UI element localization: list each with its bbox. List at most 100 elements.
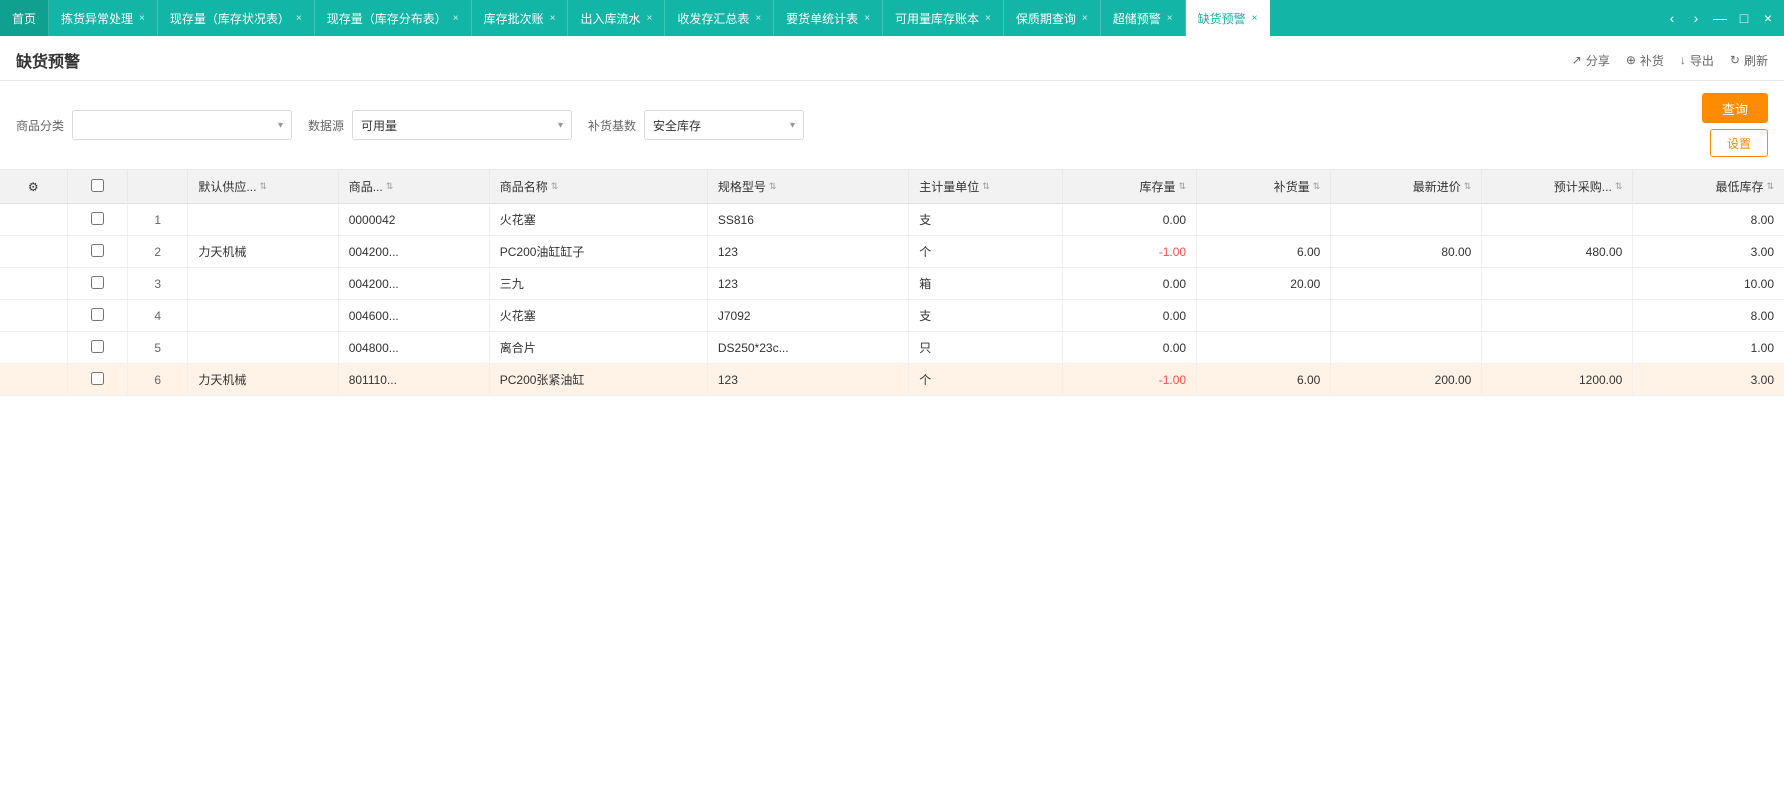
- th-unit[interactable]: 主计量单位 ⇅: [909, 170, 1063, 204]
- export-button[interactable]: ↓ 导出: [1680, 52, 1714, 69]
- tab-close-all-btn[interactable]: ×: [1756, 6, 1780, 30]
- tab-close-icon[interactable]: ×: [1252, 13, 1258, 24]
- th-num: [128, 170, 188, 204]
- tab-close-icon[interactable]: ×: [864, 13, 870, 24]
- code-sort[interactable]: 商品... ⇅: [349, 178, 394, 195]
- price-sort[interactable]: 最新进价 ⇅: [1413, 178, 1472, 195]
- tab-item[interactable]: 可用量库存账本×: [883, 0, 1004, 36]
- table-row[interactable]: 4 004600... 火花塞 J7092 支 0.00 8.00: [0, 300, 1784, 332]
- tab-close-icon[interactable]: ×: [755, 13, 761, 24]
- th-price-label: 最新进价: [1413, 178, 1461, 195]
- tab-minimize-btn[interactable]: —: [1708, 6, 1732, 30]
- table-row[interactable]: 1 0000042 火花塞 SS816 支 0.00 8.00: [0, 204, 1784, 236]
- row-checkbox[interactable]: [91, 308, 104, 321]
- tab-item[interactable]: 首页: [0, 0, 49, 36]
- name-sort[interactable]: 商品名称 ⇅: [500, 178, 559, 195]
- product-category-group: 商品分类 ▾: [16, 110, 292, 140]
- row-spec: DS250*23c...: [707, 332, 908, 364]
- row-name: 三九: [489, 268, 707, 300]
- row-latest-price: 80.00: [1331, 236, 1482, 268]
- spec-sort[interactable]: 规格型号 ⇅: [718, 178, 777, 195]
- table-row[interactable]: 5 004800... 离合片 DS250*23c... 只 0.00 1.00: [0, 332, 1784, 364]
- table-row[interactable]: 6 力天机械 801110... PC200张紧油缸 123 个 -1.00 6…: [0, 364, 1784, 396]
- share-button[interactable]: ↗ 分享: [1572, 52, 1610, 69]
- th-supplier[interactable]: 默认供应... ⇅: [188, 170, 338, 204]
- tab-item[interactable]: 超储预警×: [1101, 0, 1186, 36]
- th-name-label: 商品名称: [500, 178, 548, 195]
- tab-close-icon[interactable]: ×: [985, 13, 991, 24]
- gear-icon[interactable]: ⚙: [28, 180, 39, 194]
- th-stock[interactable]: 库存量 ⇅: [1062, 170, 1196, 204]
- row-checkbox[interactable]: [91, 212, 104, 225]
- tab-close-icon[interactable]: ×: [296, 13, 302, 24]
- tab-item[interactable]: 保质期查询×: [1004, 0, 1101, 36]
- th-estimate[interactable]: 预计采购... ⇅: [1482, 170, 1633, 204]
- tab-item[interactable]: 收发存汇总表×: [665, 0, 774, 36]
- tab-close-icon[interactable]: ×: [139, 13, 145, 24]
- code-sort-icon: ⇅: [386, 181, 394, 192]
- tab-close-icon[interactable]: ×: [550, 13, 556, 24]
- row-checkbox-cell[interactable]: [67, 364, 127, 396]
- row-checkbox[interactable]: [91, 340, 104, 353]
- tab-item[interactable]: 现存量（库存状况表）×: [158, 0, 315, 36]
- estimate-sort[interactable]: 预计采购... ⇅: [1554, 178, 1623, 195]
- tab-item[interactable]: 缺货预警×: [1186, 0, 1271, 36]
- row-supplier: [188, 268, 338, 300]
- row-checkbox[interactable]: [91, 372, 104, 385]
- th-code[interactable]: 商品... ⇅: [338, 170, 489, 204]
- supplement-button[interactable]: ⊕ 补货: [1626, 52, 1664, 69]
- th-minstock[interactable]: 最低库存 ⇅: [1633, 170, 1784, 204]
- row-stock: 0.00: [1062, 300, 1196, 332]
- stock-sort[interactable]: 库存量 ⇅: [1140, 178, 1187, 195]
- row-min-stock: 3.00: [1633, 236, 1784, 268]
- row-checkbox-cell[interactable]: [67, 236, 127, 268]
- row-supplier: [188, 204, 338, 236]
- tab-close-icon[interactable]: ×: [453, 13, 459, 24]
- supplier-sort[interactable]: 默认供应... ⇅: [198, 178, 267, 195]
- tab-close-icon[interactable]: ×: [646, 13, 652, 24]
- row-supplement-qty: [1197, 300, 1331, 332]
- row-estimate-purchase: 480.00: [1482, 236, 1633, 268]
- tab-bar: 首页拣货异常处理×现存量（库存状况表）×现存量（库存分布表）×库存批次账×出入库…: [0, 0, 1784, 36]
- data-source-value: 可用量: [361, 117, 397, 134]
- tab-item[interactable]: 要货单统计表×: [774, 0, 883, 36]
- row-checkbox[interactable]: [91, 244, 104, 257]
- tab-item[interactable]: 库存批次账×: [472, 0, 569, 36]
- tab-maximize-btn[interactable]: □: [1732, 6, 1756, 30]
- data-source-select[interactable]: 可用量 ▾: [352, 110, 572, 140]
- th-name[interactable]: 商品名称 ⇅: [489, 170, 707, 204]
- minstock-sort[interactable]: 最低库存 ⇅: [1715, 178, 1774, 195]
- row-checkbox-cell[interactable]: [67, 204, 127, 236]
- tab-item[interactable]: 拣货异常处理×: [49, 0, 158, 36]
- supplement-base-select[interactable]: 安全库存 ▾: [644, 110, 804, 140]
- th-checkbox: [67, 170, 127, 204]
- row-checkbox-cell[interactable]: [67, 268, 127, 300]
- tab-prev-btn[interactable]: ‹: [1660, 6, 1684, 30]
- tab-item[interactable]: 出入库流水×: [568, 0, 665, 36]
- row-checkbox-cell[interactable]: [67, 300, 127, 332]
- filter-bar: 商品分类 ▾ 数据源 可用量 ▾ 补货基数 安全库存 ▾ 查询 设置: [0, 81, 1784, 170]
- table-row[interactable]: 3 004200... 三九 123 箱 0.00 20.00 10.00: [0, 268, 1784, 300]
- row-checkbox[interactable]: [91, 276, 104, 289]
- th-code-label: 商品...: [349, 178, 383, 195]
- table-row[interactable]: 2 力天机械 004200... PC200油缸缸子 123 个 -1.00 6…: [0, 236, 1784, 268]
- settings-button[interactable]: 设置: [1710, 129, 1768, 157]
- row-checkbox-cell[interactable]: [67, 332, 127, 364]
- product-category-select[interactable]: ▾: [72, 110, 292, 140]
- tab-close-icon[interactable]: ×: [1082, 13, 1088, 24]
- tab-close-icon[interactable]: ×: [1167, 13, 1173, 24]
- row-estimate-purchase: [1482, 204, 1633, 236]
- th-gear[interactable]: ⚙: [0, 170, 67, 204]
- query-button[interactable]: 查询: [1702, 93, 1768, 123]
- refresh-button[interactable]: ↻ 刷新: [1730, 52, 1768, 69]
- th-spec[interactable]: 规格型号 ⇅: [707, 170, 908, 204]
- unit-sort[interactable]: 主计量单位 ⇅: [919, 178, 990, 195]
- supplement-sort[interactable]: 补货量 ⇅: [1274, 178, 1321, 195]
- th-supplement[interactable]: 补货量 ⇅: [1197, 170, 1331, 204]
- select-all-checkbox[interactable]: [91, 179, 104, 192]
- tab-next-btn[interactable]: ›: [1684, 6, 1708, 30]
- tab-item[interactable]: 现存量（库存分布表）×: [315, 0, 472, 36]
- th-price[interactable]: 最新进价 ⇅: [1331, 170, 1482, 204]
- row-latest-price: 200.00: [1331, 364, 1482, 396]
- share-label: 分享: [1586, 52, 1610, 69]
